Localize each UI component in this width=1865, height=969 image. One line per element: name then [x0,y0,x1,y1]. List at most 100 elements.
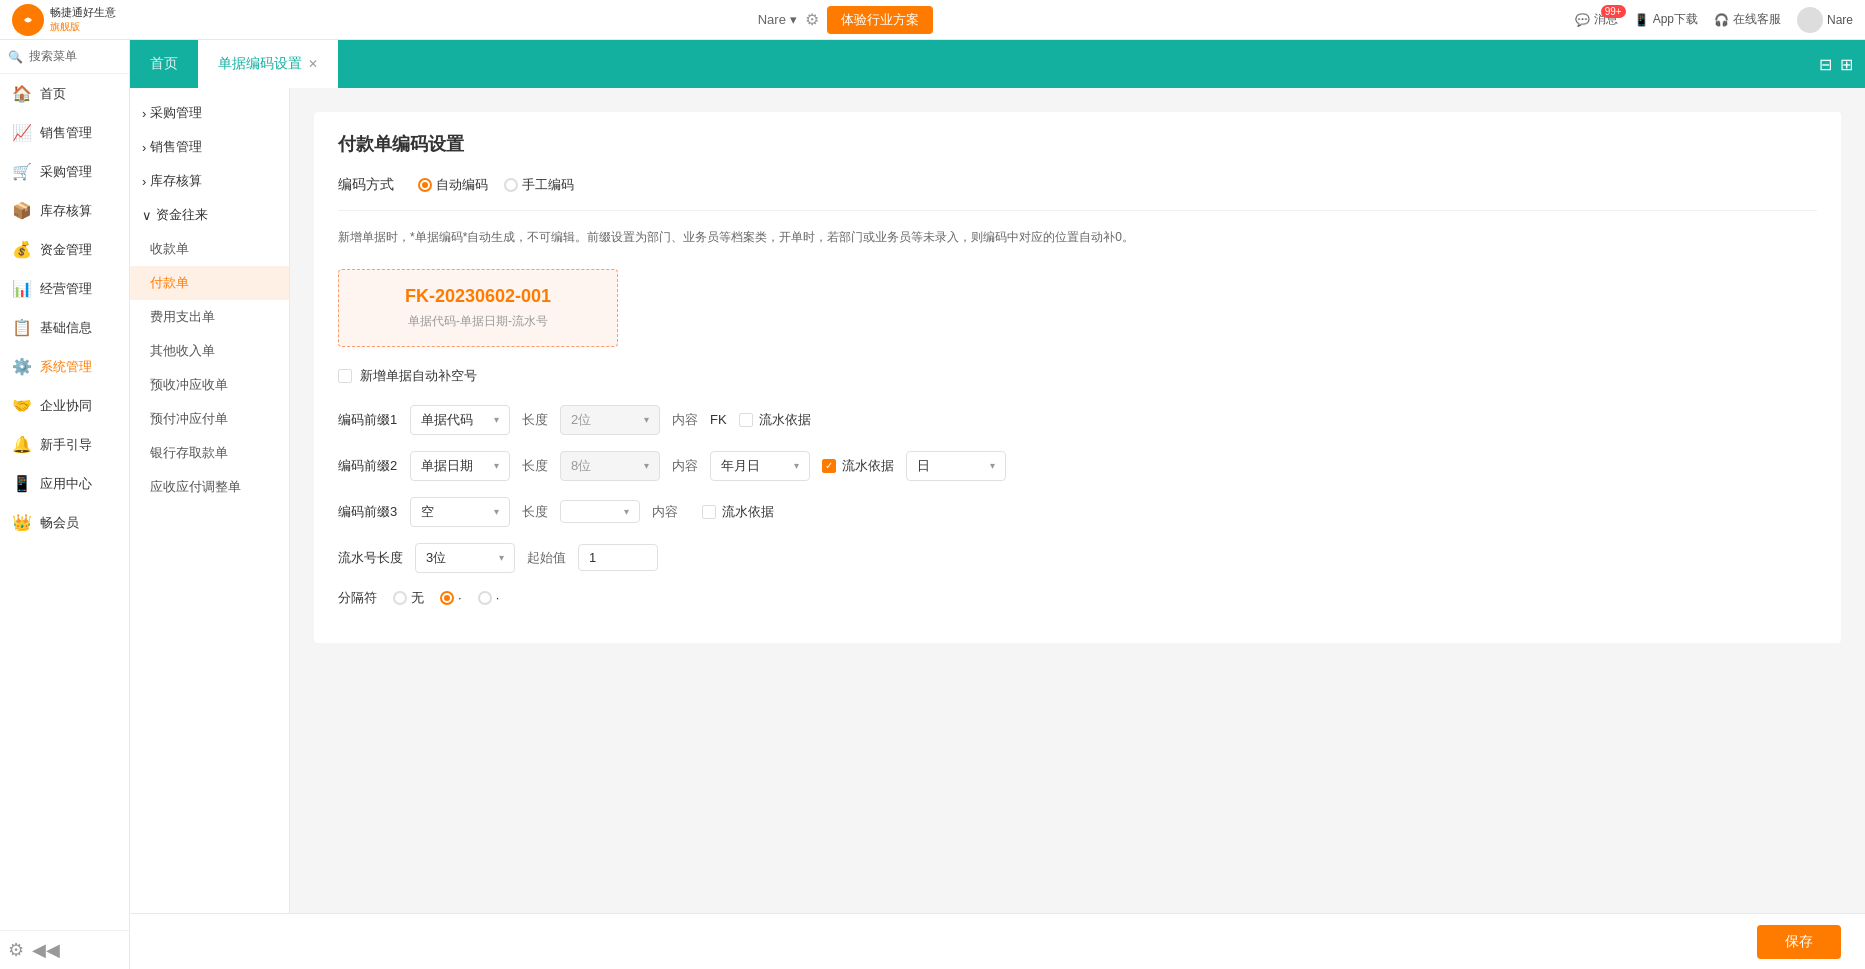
serial-length-arrow-icon: ▾ [499,552,504,563]
serial2-check[interactable]: ✓ 流水依据 [822,457,894,475]
length3-label: 长度 [522,503,548,521]
sidebar-item-finance[interactable]: 💰 资金管理 [0,230,129,269]
manual-coding-radio[interactable]: 手工编码 [504,176,574,194]
tab-home-label: 首页 [150,55,178,73]
subsidebar-header-funds[interactable]: ∨ 资金往来 [130,198,289,232]
separator-none-radio[interactable]: 无 [393,589,424,607]
logo-sub-text: 旗舰版 [50,20,116,34]
serial2-period-arrow-icon: ▾ [990,460,995,471]
sidebar-item-purchase[interactable]: 🛒 采购管理 [0,152,129,191]
subsidebar-item-other-income[interactable]: 其他收入单 [130,334,289,368]
tab-expand-icon[interactable]: ⊞ [1840,55,1853,74]
separator-dot-label: · [458,590,462,605]
serial2-period-select[interactable]: 日 ▾ [906,451,1006,481]
subsidebar-item-pre-receipt[interactable]: 预收冲应收单 [130,368,289,402]
settings-icon[interactable]: ⚙ [805,10,819,29]
serial3-checkbox[interactable] [702,505,716,519]
content2-select-value: 年月日 [721,457,760,475]
tab-close-icon[interactable]: ✕ [308,57,318,71]
app-download-label: App下载 [1653,11,1698,28]
logo-main-text: 畅捷通好生意 [50,5,116,19]
sales-icon: 📈 [12,123,32,142]
prefix3-row: 编码前缀3 空 ▾ 长度 ▾ 内容 [338,497,1817,527]
subsidebar-purchase-label: 采购管理 [150,104,202,122]
serial2-checkbox[interactable]: ✓ [822,459,836,473]
search-menu[interactable]: 🔍 搜索菜单 [0,40,129,74]
tab-code-settings-label: 单据编码设置 [218,55,302,73]
prefix3-select[interactable]: 空 ▾ [410,497,510,527]
messages-badge: 99+ [1601,5,1626,18]
app-download-item[interactable]: 📱 App下载 [1634,11,1698,28]
basic-icon: 📋 [12,318,32,337]
sidebar-bottom: ⚙ ◀◀ [0,930,129,969]
settings-bottom-icon[interactable]: ⚙ [8,939,24,961]
start-value-input[interactable] [578,544,658,571]
operations-icon: 📊 [12,279,32,298]
user-avatar[interactable]: Nare [1797,7,1853,33]
top-header: 畅捷通好生意 旗舰版 Nare ▾ ⚙ 体验行业方案 💬 消息 99+ 📱 Ap… [0,0,1865,40]
search-menu-label: 搜索菜单 [29,48,77,65]
sidebar-home-label: 首页 [40,85,66,103]
separator-dash-radio[interactable]: · [478,590,500,605]
subsidebar-group-funds: ∨ 资金往来 收款单 付款单 费用支出单 其他收入单 预收冲应收单 预付冲应付单… [130,198,289,504]
subsidebar-item-pre-payment[interactable]: 预付冲应付单 [130,402,289,436]
subsidebar-header-inventory[interactable]: › 库存核算 [130,164,289,198]
serial1-checkbox[interactable] [739,413,753,427]
sidebar-item-home[interactable]: 🏠 首页 [0,74,129,113]
messages-item[interactable]: 💬 消息 99+ [1575,11,1618,28]
sidebar-item-member[interactable]: 👑 畅会员 [0,503,129,542]
sidebar-member-label: 畅会员 [40,514,79,532]
sidebar-item-inventory[interactable]: 📦 库存核算 [0,191,129,230]
subsidebar-item-expense[interactable]: 费用支出单 [130,300,289,334]
subsidebar-item-receipt[interactable]: 收款单 [130,232,289,266]
auto-coding-dot [418,178,432,192]
serial1-check[interactable]: 流水依据 [739,411,811,429]
subsidebar-item-payment[interactable]: 付款单 [130,266,289,300]
length1-select[interactable]: 2位 ▾ [560,405,660,435]
tab-minimize-icon[interactable]: ⊟ [1819,55,1832,74]
separator-dot-radio[interactable]: · [440,590,462,605]
subsidebar-item-adjust[interactable]: 应收应付调整单 [130,470,289,504]
sidebar-item-apps[interactable]: 📱 应用中心 [0,464,129,503]
industry-btn[interactable]: 体验行业方案 [827,6,933,34]
separator-label: 分隔符 [338,589,377,607]
online-service-item[interactable]: 🎧 在线客服 [1714,11,1781,28]
save-button[interactable]: 保存 [1757,925,1841,959]
content2-select[interactable]: 年月日 ▾ [710,451,810,481]
sidebar-item-basic[interactable]: 📋 基础信息 [0,308,129,347]
sidebar-item-sales[interactable]: 📈 销售管理 [0,113,129,152]
auto-fill-checkbox[interactable] [338,369,352,383]
sidebar-item-guide[interactable]: 🔔 新手引导 [0,425,129,464]
content-area: 首页 单据编码设置 ✕ ⊟ ⊞ › 采购管理 [130,40,1865,969]
sidebar-purchase-label: 采购管理 [40,163,92,181]
content1-value: FK [710,412,727,427]
sidebar-item-operations[interactable]: 📊 经营管理 [0,269,129,308]
subsidebar-item-bank[interactable]: 银行存取款单 [130,436,289,470]
arrow-inventory-icon: › [142,174,146,189]
separator-none-label: 无 [411,589,424,607]
separator-dash-label: · [496,590,500,605]
workspace-dropdown[interactable]: Nare ▾ [758,12,797,27]
page-content: 付款单编码设置 编码方式 自动编码 手工编码 [290,88,1865,913]
apps-icon: 📱 [12,474,32,493]
prefix1-select[interactable]: 单据代码 ▾ [410,405,510,435]
length1-value: 2位 [571,411,591,429]
form-card: 付款单编码设置 编码方式 自动编码 手工编码 [314,112,1841,643]
length2-select[interactable]: 8位 ▾ [560,451,660,481]
length3-select[interactable]: ▾ [560,500,640,523]
tab-home[interactable]: 首页 [130,40,198,88]
serial3-check[interactable]: 流水依据 [702,503,774,521]
collapse-icon[interactable]: ◀◀ [32,939,60,961]
prefix2-row: 编码前缀2 单据日期 ▾ 长度 8位 ▾ 内容 年月日 [338,451,1817,481]
tab-code-settings[interactable]: 单据编码设置 ✕ [198,40,338,88]
serial2-label: 流水依据 [842,457,894,475]
auto-coding-radio[interactable]: 自动编码 [418,176,488,194]
prefix3-select-value: 空 [421,503,434,521]
sidebar-item-enterprise[interactable]: 🤝 企业协同 [0,386,129,425]
subsidebar-header-sales[interactable]: › 销售管理 [130,130,289,164]
subsidebar-header-purchase[interactable]: › 采购管理 [130,96,289,130]
bottom-bar: 保存 [130,913,1865,969]
serial-length-select[interactable]: 3位 ▾ [415,543,515,573]
sidebar-item-system[interactable]: ⚙️ 系统管理 [0,347,129,386]
prefix2-select[interactable]: 单据日期 ▾ [410,451,510,481]
